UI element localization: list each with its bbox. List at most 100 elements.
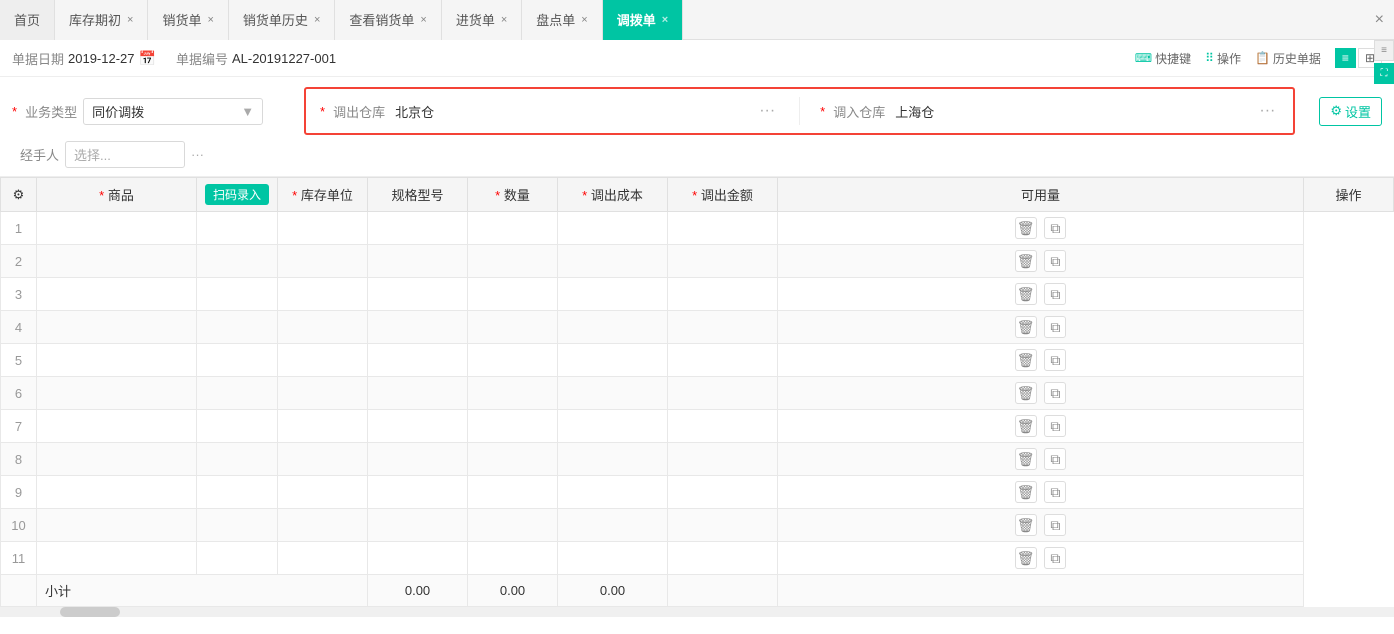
tab-sales-history-close[interactable]: × (314, 14, 320, 26)
warehouse-out-more-btn[interactable]: ··· (755, 102, 779, 120)
row-1-copy-btn[interactable]: ⧉ (1044, 217, 1066, 239)
row-7-delete-btn[interactable]: 🗑 (1015, 415, 1037, 437)
tab-sales-order-close[interactable]: × (207, 14, 213, 26)
row-1-spec[interactable] (278, 212, 368, 245)
row-10-copy-btn[interactable]: ⧉ (1044, 514, 1066, 536)
row-6-copy-btn[interactable]: ⧉ (1044, 382, 1066, 404)
dropdown-arrow-icon: ▼ (241, 104, 254, 119)
settings-btn[interactable]: ⚙ 设置 (1319, 97, 1382, 126)
warehouse-out-label: 调出仓库 (333, 102, 385, 121)
shortcut-btn[interactable]: ⌨ 快捷键 (1135, 50, 1191, 67)
subtotal-quantity: 0.00 (368, 575, 468, 607)
row-8-copy-btn[interactable]: ⧉ (1044, 448, 1066, 470)
row-1-available[interactable] (668, 212, 778, 245)
row-8-delete-btn[interactable]: 🗑 (1015, 448, 1037, 470)
scrollbar-thumb[interactable] (60, 607, 120, 617)
form-row1: * 业务类型 同价调拨 ▼ * 调出仓库 北京仓 ··· * 调入仓库 上海仓 … (0, 77, 1394, 135)
tab-purchase-order-close[interactable]: × (501, 14, 507, 26)
doc-date-value: 2019-12-27 (68, 51, 135, 66)
row-11-copy-btn[interactable]: ⧉ (1044, 547, 1066, 569)
row-5-delete-btn[interactable]: 🗑 (1015, 349, 1037, 371)
row-1-unit[interactable] (197, 212, 278, 245)
history-btn[interactable]: 📋 历史单据 (1255, 50, 1321, 67)
row-7-copy-btn[interactable]: ⧉ (1044, 415, 1066, 437)
tab-purchase-order[interactable]: 进货单 × (442, 0, 522, 40)
doc-date-label: 单据日期 (12, 49, 64, 68)
row-1-amount[interactable] (558, 212, 668, 245)
right-tools-panel: ≡ ⛶ (1374, 40, 1394, 84)
handler-label: 经手人 (20, 145, 59, 164)
row-3-copy-btn[interactable]: ⧉ (1044, 283, 1066, 305)
scan-button[interactable]: 扫码录入 (205, 184, 269, 205)
table-row: 10 🗑 ⧉ (1, 509, 1394, 542)
business-type-label: 业务类型 (25, 102, 77, 121)
tab-sales-history-label: 销货单历史 (243, 10, 308, 29)
table-row: 1 🗑 ⧉ (1, 212, 1394, 245)
warehouse-in-more-btn[interactable]: ··· (1255, 102, 1279, 120)
operations-label: 操作 (1217, 50, 1241, 67)
row-3-delete-btn[interactable]: 🗑 (1015, 283, 1037, 305)
tab-inventory-check[interactable]: 盘点单 × (522, 0, 602, 40)
business-type-select[interactable]: 同价调拨 ▼ (83, 98, 263, 125)
operations-btn[interactable]: ⠿ 操作 (1205, 50, 1241, 67)
table-row: 3 🗑 ⧉ (1, 278, 1394, 311)
data-table: ⚙ * 商品 扫码录入 * 库存单位 规格型号 * (0, 177, 1394, 607)
tab-inventory-init-label: 库存期初 (69, 10, 121, 29)
toolbar-right: ⌨ 快捷键 ⠿ 操作 📋 历史单据 ≡ ⊞ (1135, 48, 1382, 68)
tab-view-sales[interactable]: 查看销货单 × (335, 0, 441, 40)
settings-label: 设置 (1345, 102, 1371, 121)
row-2-delete-btn[interactable]: 🗑 (1015, 250, 1037, 272)
view-list-btn[interactable]: ≡ (1335, 48, 1356, 68)
table-wrap: ⚙ * 商品 扫码录入 * 库存单位 规格型号 * (0, 177, 1394, 634)
tab-view-sales-label: 查看销货单 (349, 10, 414, 29)
close-all-tabs[interactable]: × (1375, 11, 1384, 29)
tab-sales-history[interactable]: 销货单历史 × (229, 0, 335, 40)
tab-transfer-order[interactable]: 调拨单 × (603, 0, 683, 40)
doc-number-value: AL-20191227-001 (232, 51, 336, 66)
warehouse-out-required: * (320, 104, 325, 119)
warehouse-in-required: * (820, 104, 825, 119)
col-cost: * 调出成本 (558, 178, 668, 212)
row-4-delete-btn[interactable]: 🗑 (1015, 316, 1037, 338)
row-1-product[interactable] (37, 212, 197, 245)
col-settings[interactable]: ⚙ (1, 178, 37, 212)
row-1-quantity[interactable] (368, 212, 468, 245)
row-4-copy-btn[interactable]: ⧉ (1044, 316, 1066, 338)
row-10-delete-btn[interactable]: 🗑 (1015, 514, 1037, 536)
main-content: 单据日期 2019-12-27 📅 单据编号 AL-20191227-001 ⌨… (0, 40, 1394, 634)
row-1-cost[interactable] (468, 212, 558, 245)
business-type-field: * 业务类型 同价调拨 ▼ (12, 98, 272, 125)
tab-sales-order[interactable]: 销货单 × (148, 0, 228, 40)
row-2-copy-btn[interactable]: ⧉ (1044, 250, 1066, 272)
horizontal-scrollbar[interactable] (0, 607, 1394, 617)
warehouse-out-value: 北京仓 (395, 102, 434, 121)
row-11-delete-btn[interactable]: 🗑 (1015, 547, 1037, 569)
tab-transfer-order-close[interactable]: × (662, 14, 668, 26)
settings-gear-icon: ⚙ (1330, 103, 1342, 119)
doc-number-field: 单据编号 AL-20191227-001 (176, 49, 336, 68)
calendar-icon[interactable]: 📅 (139, 50, 156, 67)
tab-inventory-init[interactable]: 库存期初 × (55, 0, 148, 40)
table-row: 7 🗑 ⧉ (1, 410, 1394, 443)
tab-home[interactable]: 首页 (0, 0, 55, 40)
warehouse-in-label: 调入仓库 (833, 102, 885, 121)
row-9-copy-btn[interactable]: ⧉ (1044, 481, 1066, 503)
doc-date-field: 单据日期 2019-12-27 📅 (12, 49, 156, 68)
row-num-1: 1 (1, 212, 37, 245)
tab-view-sales-close[interactable]: × (420, 14, 426, 26)
row-9-delete-btn[interactable]: 🗑 (1015, 481, 1037, 503)
warehouse-divider (799, 97, 800, 125)
tab-inventory-check-close[interactable]: × (581, 14, 587, 26)
tab-inventory-init-close[interactable]: × (127, 14, 133, 26)
right-tool-expand-btn[interactable]: ⛶ (1374, 63, 1394, 84)
handler-more-btn[interactable]: ··· (191, 147, 204, 162)
right-tool-list-btn[interactable]: ≡ (1374, 40, 1394, 61)
col-quantity: * 数量 (468, 178, 558, 212)
shortcut-label: 快捷键 (1155, 50, 1191, 67)
row-6-delete-btn[interactable]: 🗑 (1015, 382, 1037, 404)
row-5-copy-btn[interactable]: ⧉ (1044, 349, 1066, 371)
row-1-delete-btn[interactable]: 🗑 (1015, 217, 1037, 239)
handler-input[interactable]: 选择... (65, 141, 185, 168)
col-scan[interactable]: 扫码录入 (197, 178, 278, 212)
warehouse-section: * 调出仓库 北京仓 ··· * 调入仓库 上海仓 ··· (304, 87, 1295, 135)
